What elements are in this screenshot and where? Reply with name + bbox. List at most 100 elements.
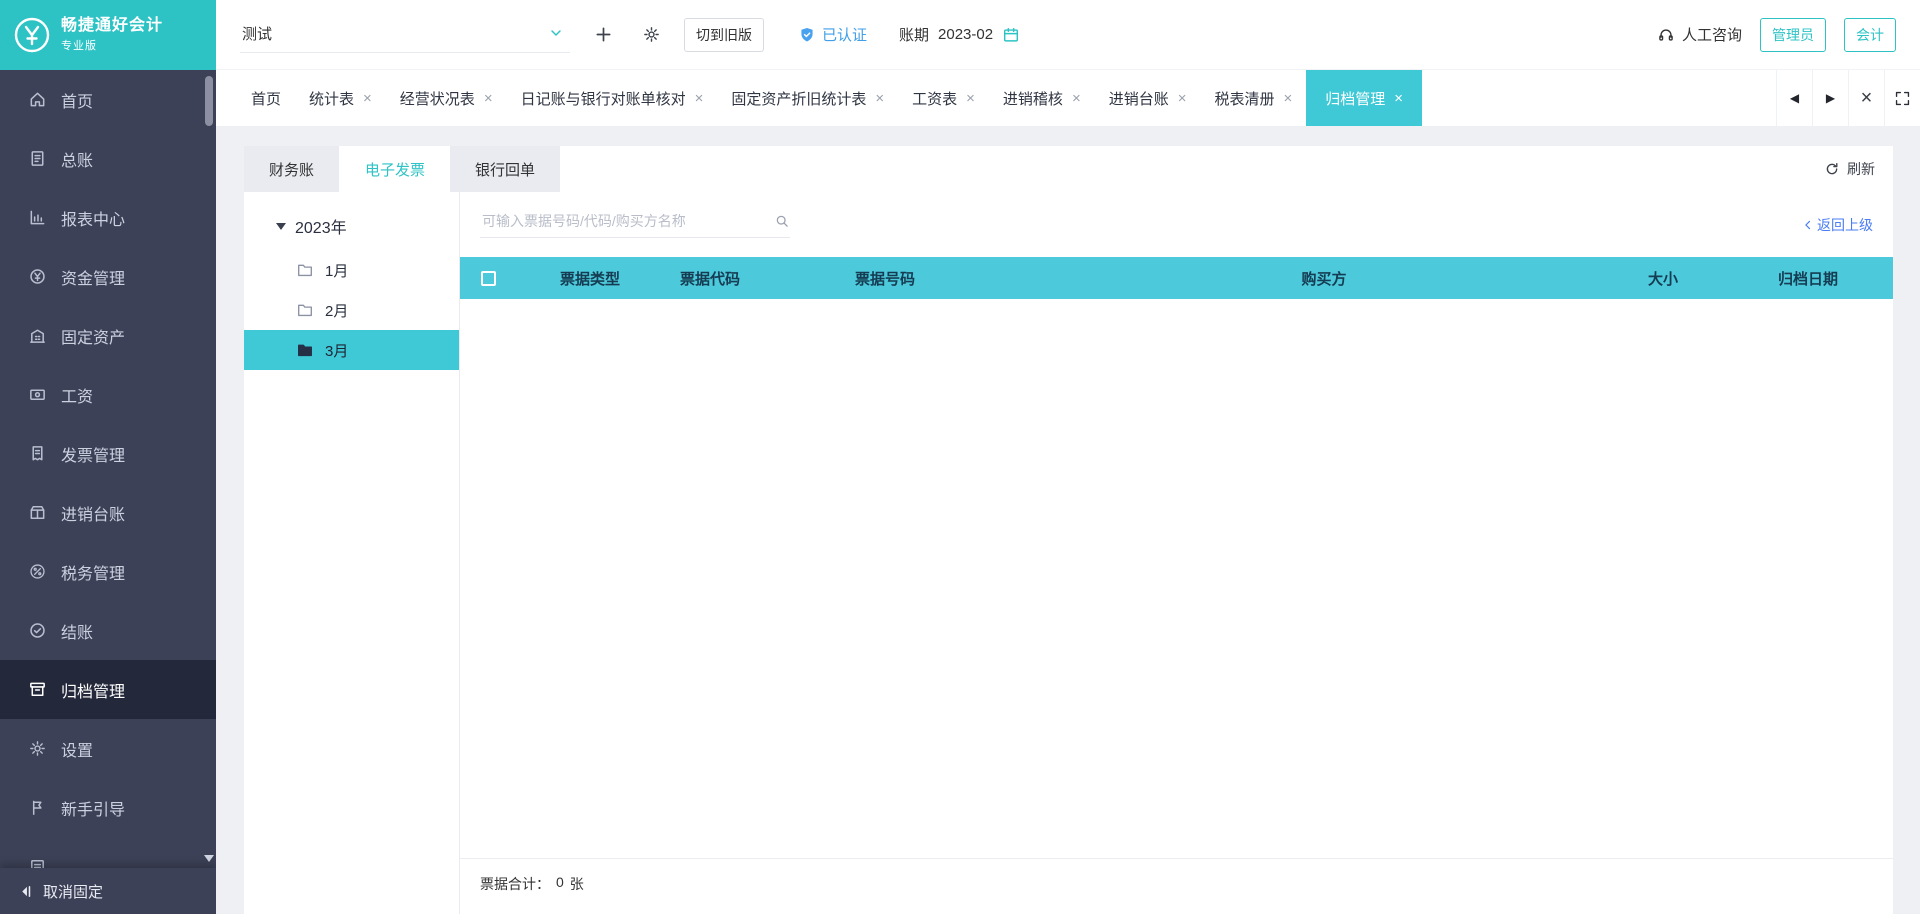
tab-purchase-sale-ledger[interactable]: 进销台账 × xyxy=(1095,70,1201,126)
company-selector[interactable]: 测试 xyxy=(240,17,570,53)
ledger-icon xyxy=(31,151,44,166)
tab-close-icon[interactable]: × xyxy=(1394,90,1403,107)
tab-statistics[interactable]: 统计表 × xyxy=(295,70,386,126)
refresh-button[interactable]: 刷新 xyxy=(1824,146,1893,192)
sidebar-item-salary[interactable]: 工资 xyxy=(0,365,216,424)
tab-label: 经营状况表 xyxy=(399,90,475,108)
sidebar-item-archive-management[interactable]: 归档管理 xyxy=(0,660,216,719)
unpin-sidebar-button[interactable]: 取消固定 xyxy=(0,868,216,914)
yuan-coin-icon xyxy=(30,269,45,284)
sidebar-item-label: 发票管理 xyxy=(61,447,126,465)
switch-old-version-button[interactable]: 切到旧版 xyxy=(684,17,764,52)
sidebar-item-invoice-management[interactable]: 发票管理 xyxy=(0,424,216,483)
subtab-label: 电子发票 xyxy=(365,161,426,179)
chart-icon xyxy=(30,210,45,225)
tab-label: 日记账与银行对账单核对 xyxy=(520,90,686,108)
select-all-checkbox[interactable] xyxy=(480,270,496,286)
column-header-ticket-type: 票据类型 xyxy=(560,270,621,288)
tab-journal-bank-reconciliation[interactable]: 日记账与银行对账单核对 × xyxy=(507,70,718,126)
footer-total-count: 0 xyxy=(556,874,564,890)
tree-month-mar[interactable]: 3月 xyxy=(244,330,459,370)
tab-tax-form-list[interactable]: 税表清册 × xyxy=(1200,70,1306,126)
tab-close-icon[interactable]: × xyxy=(1072,90,1081,107)
tree-month-jan[interactable]: 1月 xyxy=(244,250,459,290)
tab-bar: 首页 统计表 × 经营状况表 × 日记账与银行对账单核对 × 固定资产折旧统计表… xyxy=(216,70,1920,126)
add-button[interactable] xyxy=(588,20,618,50)
tab-salary-sheet[interactable]: 工资表 × xyxy=(898,70,989,126)
tab-archive-management[interactable]: 归档管理 × xyxy=(1306,70,1423,126)
tab-home[interactable]: 首页 xyxy=(237,70,295,126)
tab-close-icon[interactable]: × xyxy=(363,90,372,107)
subtab-financial-account[interactable]: 财务账 xyxy=(244,146,341,192)
sidebar-item-home[interactable]: 首页 xyxy=(0,70,216,129)
tab-close-icon[interactable]: × xyxy=(484,90,493,107)
receipt-icon xyxy=(32,446,43,461)
sidebar-item-purchase-sale-ledger[interactable]: 进销台账 xyxy=(0,483,216,542)
sidebar-item-tax-management[interactable]: 税务管理 xyxy=(0,542,216,601)
tab-close-icon[interactable]: × xyxy=(1284,90,1293,107)
certified-badge[interactable]: 已认证 xyxy=(798,24,867,45)
calendar-picker[interactable] xyxy=(1002,26,1020,44)
sidebar-item-fixed-assets[interactable]: 固定资产 xyxy=(0,306,216,365)
fullscreen-button[interactable] xyxy=(1884,70,1920,126)
tab-purchase-sale-audit[interactable]: 进销稽核 × xyxy=(989,70,1095,126)
table-toolbar: 返回上级 xyxy=(460,202,1893,248)
sidebar: 畅捷通好会计 专业版 首页 总账 报表中心 资金管理 固定资产 工资 发票管理 … xyxy=(0,0,216,914)
archive-icon xyxy=(30,682,45,696)
tab-navigation: ◀ ▶ × xyxy=(1776,70,1920,126)
calendar-icon xyxy=(1004,27,1019,42)
sidebar-item-partial[interactable] xyxy=(0,837,216,868)
tab-label: 进销稽核 xyxy=(1002,90,1063,108)
tab-scroll-right-button[interactable]: ▶ xyxy=(1812,70,1848,126)
sidebar-item-fund-management[interactable]: 资金管理 xyxy=(0,247,216,306)
subtab-label: 财务账 xyxy=(269,161,315,179)
sidebar-item-label: 固定资产 xyxy=(61,329,126,347)
scrollbar-thumb[interactable] xyxy=(205,76,213,126)
tree-month-label: 3月 xyxy=(325,342,349,360)
tab-close-icon[interactable]: × xyxy=(695,90,704,107)
tab-depreciation-statistics[interactable]: 固定资产折旧统计表 × xyxy=(717,70,898,126)
table-header-row: 票据类型 票据代码 票据号码 购买方 大小 归档日期 xyxy=(460,257,1893,299)
tree-month-feb[interactable]: 2月 xyxy=(244,290,459,330)
sidebar-item-settings[interactable]: 设置 xyxy=(0,719,216,778)
tree-year-2023[interactable]: 2023年 xyxy=(244,204,459,250)
shield-check-icon xyxy=(801,27,813,41)
sidebar-item-label: 报表中心 xyxy=(61,211,126,229)
percent-icon xyxy=(30,564,45,579)
archive-subtabs: 财务账 电子发票 银行回单 刷新 xyxy=(244,146,1893,192)
sidebar-item-beginner-guide[interactable]: 新手引导 xyxy=(0,778,216,837)
footer-total-label: 票据合计： xyxy=(480,876,550,892)
tab-business-status[interactable]: 经营状况表 × xyxy=(386,70,507,126)
main-area: 测试 切到旧版 已认证 账期 2023-02 人工咨询 管理员 会计 首页 统计… xyxy=(216,0,1920,914)
tab-close-icon[interactable]: × xyxy=(1178,90,1187,107)
back-to-parent-link[interactable]: 返回上级 xyxy=(1802,215,1873,235)
admin-role-button[interactable]: 管理员 xyxy=(1760,17,1826,52)
search-input[interactable] xyxy=(480,212,764,230)
tab-close-icon[interactable]: × xyxy=(966,90,975,107)
tab-close-icon[interactable]: × xyxy=(875,90,884,107)
subtab-e-invoice[interactable]: 电子发票 xyxy=(340,146,451,192)
sidebar-scrollbar[interactable] xyxy=(204,74,214,862)
wallet-icon xyxy=(30,389,45,401)
tab-scroll-left-button[interactable]: ◀ xyxy=(1776,70,1812,126)
sidebar-item-closing[interactable]: 结账 xyxy=(0,601,216,660)
consult-button[interactable]: 人工咨询 xyxy=(1657,24,1742,45)
search-icon[interactable] xyxy=(774,213,790,229)
app-title: 畅捷通好会计 xyxy=(61,16,164,34)
subtab-bank-receipt[interactable]: 银行回单 xyxy=(450,146,562,192)
chevron-down-icon xyxy=(551,30,561,36)
sidebar-item-label: 工资 xyxy=(61,388,94,406)
scrollbar-down-arrow-icon[interactable] xyxy=(204,855,214,862)
footer-total-unit: 张 xyxy=(569,876,584,892)
sidebar-item-label: 归档管理 xyxy=(61,683,126,701)
tab-label: 税表清册 xyxy=(1214,90,1275,108)
accountant-role-button[interactable]: 会计 xyxy=(1844,17,1896,52)
table-footer: 票据合计： 0 张 xyxy=(460,858,1893,914)
tab-close-current-button[interactable]: × xyxy=(1848,70,1884,126)
settings-button[interactable] xyxy=(636,20,666,50)
unpin-label: 取消固定 xyxy=(43,883,104,901)
header-checkbox-cell xyxy=(460,270,516,286)
sidebar-item-report-center[interactable]: 报表中心 xyxy=(0,188,216,247)
sidebar-item-general-ledger[interactable]: 总账 xyxy=(0,129,216,188)
column-header-ticket-code: 票据代码 xyxy=(680,270,741,288)
